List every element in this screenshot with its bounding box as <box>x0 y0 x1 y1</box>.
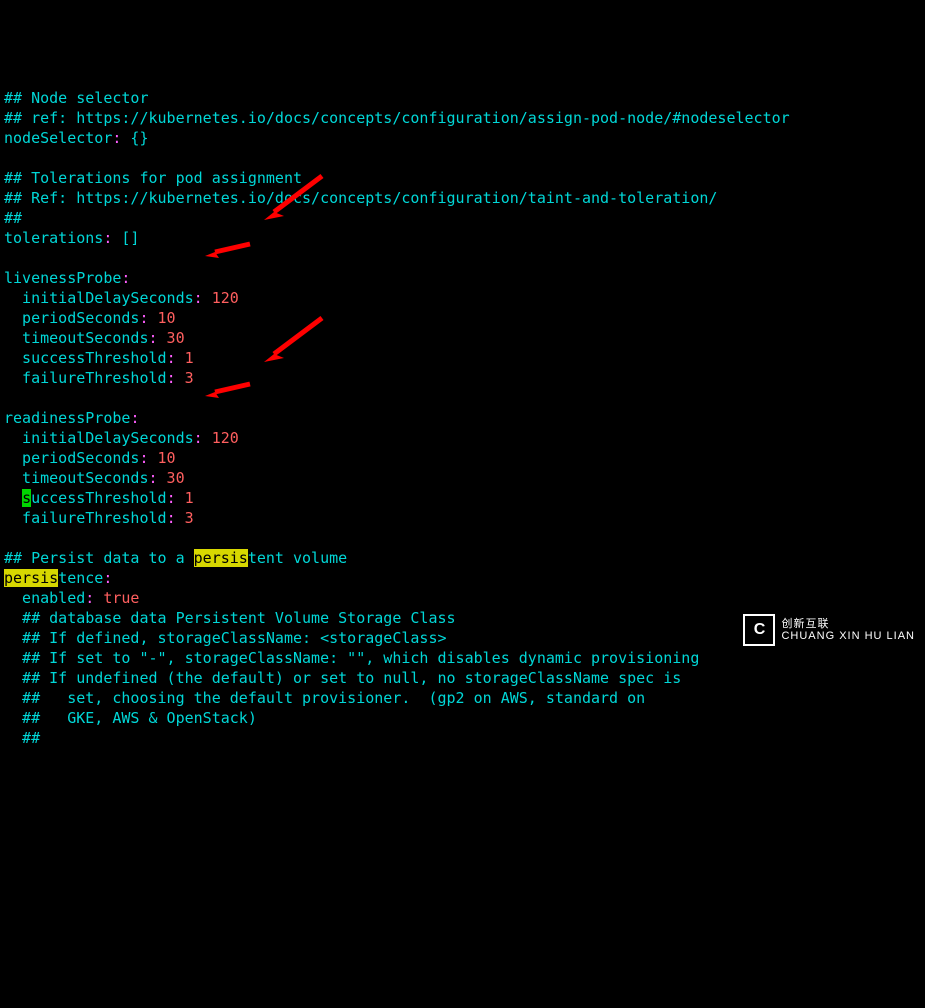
code-line: successThreshold: 1 <box>4 489 194 507</box>
yaml-key: failureThreshold <box>4 369 167 387</box>
yaml-colon: : <box>85 589 94 607</box>
yaml-key: nodeSelector <box>4 129 112 147</box>
yaml-key: tence <box>58 569 103 587</box>
code-line: failureThreshold: 3 <box>4 509 194 527</box>
yaml-colon: : <box>194 429 203 447</box>
code-line: periodSeconds: 10 <box>4 449 176 467</box>
yaml-value: 1 <box>176 349 194 367</box>
code-line: nodeSelector: {} <box>4 129 149 147</box>
logo-text-cn: 创新互联 <box>781 618 915 630</box>
yaml-value: 3 <box>176 369 194 387</box>
yaml-colon: : <box>130 409 139 427</box>
code-line: initialDelaySeconds: 120 <box>4 289 239 307</box>
yaml-key: readinessProbe <box>4 409 130 427</box>
yaml-colon: : <box>149 469 158 487</box>
yaml-value: {} <box>121 129 148 147</box>
code-line: timeoutSeconds: 30 <box>4 469 185 487</box>
yaml-colon: : <box>167 489 176 507</box>
comment-text: tent volume <box>248 549 347 567</box>
code-line: ## If set to "-", storageClassName: "", … <box>4 649 699 667</box>
yaml-value: 120 <box>203 289 239 307</box>
code-line: successThreshold: 1 <box>4 349 194 367</box>
yaml-value: 3 <box>176 509 194 527</box>
yaml-key: livenessProbe <box>4 269 121 287</box>
terminal-code-editor[interactable]: ## Node selector ## ref: https://kuberne… <box>4 88 921 748</box>
yaml-value: 120 <box>203 429 239 447</box>
yaml-value: 30 <box>158 329 185 347</box>
yaml-key: initialDelaySeconds <box>4 429 194 447</box>
editor-cursor: s <box>22 489 31 507</box>
code-line: ## If undefined (the default) or set to … <box>4 669 681 687</box>
yaml-key: failureThreshold <box>4 509 167 527</box>
yaml-key: periodSeconds <box>4 309 139 327</box>
code-line: ## Node selector <box>4 89 149 107</box>
code-line: ## <box>4 729 40 747</box>
code-line: enabled: true <box>4 589 139 607</box>
yaml-key: uccessThreshold <box>31 489 166 507</box>
search-highlight: persis <box>194 549 248 567</box>
code-line: readinessProbe: <box>4 409 139 427</box>
code-line: ## set, choosing the default provisioner… <box>4 689 645 707</box>
yaml-colon: : <box>194 289 203 307</box>
yaml-key: timeoutSeconds <box>4 329 149 347</box>
yaml-value: 1 <box>176 489 194 507</box>
code-line: ## Persist data to a persistent volume <box>4 549 347 567</box>
yaml-value: [] <box>112 229 139 247</box>
code-line: ## If defined, storageClassName: <storag… <box>4 629 447 647</box>
yaml-value: true <box>94 589 139 607</box>
yaml-key: periodSeconds <box>4 449 139 467</box>
code-line: livenessProbe: <box>4 269 130 287</box>
yaml-colon: : <box>121 269 130 287</box>
code-line: periodSeconds: 10 <box>4 309 176 327</box>
yaml-key: tolerations <box>4 229 103 247</box>
yaml-key: enabled <box>4 589 85 607</box>
code-line: timeoutSeconds: 30 <box>4 329 185 347</box>
code-line: ## Ref: https://kubernetes.io/docs/conce… <box>4 189 717 207</box>
logo-text-en: CHUANG XIN HU LIAN <box>781 630 915 642</box>
code-line: ## GKE, AWS & OpenStack) <box>4 709 257 727</box>
yaml-key: timeoutSeconds <box>4 469 149 487</box>
yaml-colon: : <box>139 309 148 327</box>
yaml-value: 10 <box>149 449 176 467</box>
search-highlight: persis <box>4 569 58 587</box>
yaml-indent <box>4 489 22 507</box>
comment-text: ## Persist data to a <box>4 549 194 567</box>
yaml-value: 30 <box>158 469 185 487</box>
yaml-key: initialDelaySeconds <box>4 289 194 307</box>
yaml-colon: : <box>167 509 176 527</box>
code-line: failureThreshold: 3 <box>4 369 194 387</box>
yaml-value: 10 <box>149 309 176 327</box>
watermark-logo: C 创新互联 CHUANG XIN HU LIAN <box>743 614 915 646</box>
code-line: ## Tolerations for pod assignment <box>4 169 302 187</box>
yaml-colon: : <box>167 369 176 387</box>
code-line: tolerations: [] <box>4 229 139 247</box>
yaml-key: successThreshold <box>4 349 167 367</box>
logo-icon: C <box>743 614 775 646</box>
yaml-colon: : <box>139 449 148 467</box>
code-line: initialDelaySeconds: 120 <box>4 429 239 447</box>
code-line: persistence: <box>4 569 112 587</box>
code-line: ## <box>4 209 22 227</box>
yaml-colon: : <box>149 329 158 347</box>
yaml-colon: : <box>103 569 112 587</box>
code-line: ## ref: https://kubernetes.io/docs/conce… <box>4 109 790 127</box>
yaml-colon: : <box>167 349 176 367</box>
code-line: ## database data Persistent Volume Stora… <box>4 609 456 627</box>
